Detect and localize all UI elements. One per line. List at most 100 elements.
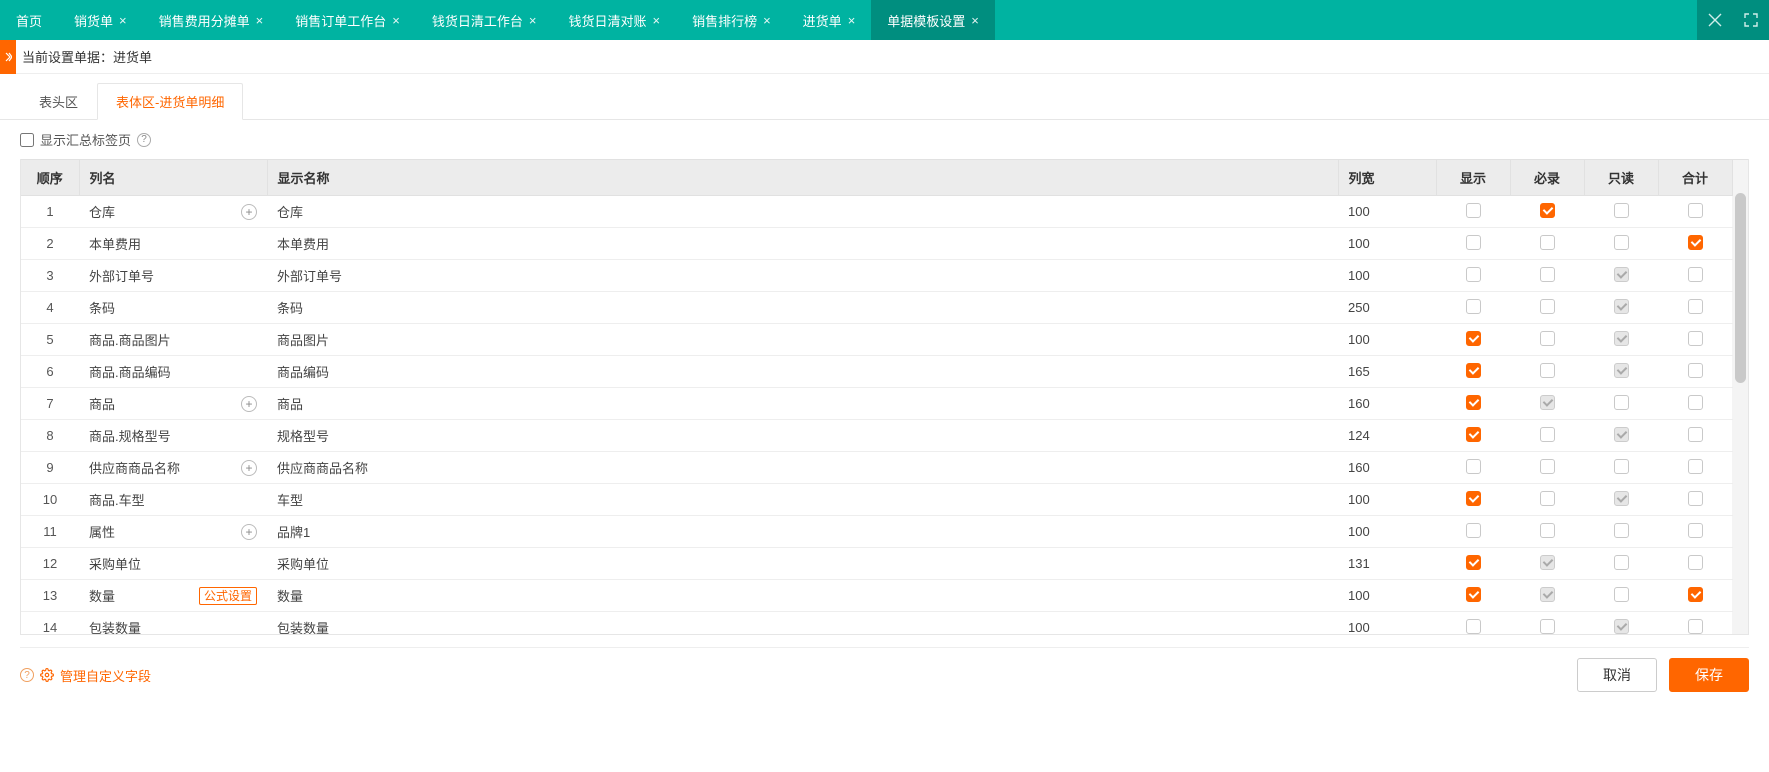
close-icon[interactable]: × (763, 13, 771, 28)
checkbox[interactable] (1540, 363, 1555, 378)
checkbox[interactable] (1466, 459, 1481, 474)
checkbox[interactable] (1614, 235, 1629, 250)
cell-width[interactable]: 100 (1338, 484, 1436, 516)
close-icon[interactable]: × (529, 13, 537, 28)
top-tab[interactable]: 销售订单工作台× (279, 0, 416, 40)
cell-display-name[interactable]: 包装数量 (267, 612, 1338, 636)
table-row[interactable]: 6商品.商品编码商品编码165 (21, 356, 1748, 388)
checkbox[interactable] (1688, 491, 1703, 506)
table-row[interactable]: 11属性+品牌1100 (21, 516, 1748, 548)
checkbox[interactable] (1614, 587, 1629, 602)
top-tab[interactable]: 钱货日清对账× (552, 0, 676, 40)
checkbox[interactable] (1688, 619, 1703, 634)
checkbox[interactable] (1614, 555, 1629, 570)
table-row[interactable]: 8商品.规格型号规格型号124 (21, 420, 1748, 452)
cell-display-name[interactable]: 条码 (267, 292, 1338, 324)
cell-display-name[interactable]: 商品图片 (267, 324, 1338, 356)
cell-display-name[interactable]: 数量 (267, 580, 1338, 612)
area-subtab[interactable]: 表体区-进货单明细 (97, 83, 243, 120)
checkbox[interactable] (1466, 363, 1481, 378)
checkbox[interactable] (1466, 299, 1481, 314)
checkbox[interactable] (1688, 331, 1703, 346)
cancel-button[interactable]: 取消 (1577, 658, 1657, 692)
cell-display-name[interactable]: 商品编码 (267, 356, 1338, 388)
checkbox[interactable] (1688, 427, 1703, 442)
close-icon[interactable]: × (848, 13, 856, 28)
checkbox[interactable] (1466, 491, 1481, 506)
checkbox[interactable] (1466, 619, 1481, 634)
add-icon[interactable]: + (241, 204, 257, 220)
top-tab[interactable]: 销售费用分摊单× (143, 0, 280, 40)
show-summary-tab-checkbox[interactable] (20, 133, 34, 147)
checkbox[interactable] (1466, 555, 1481, 570)
manage-custom-fields-link[interactable]: ? 管理自定义字段 (20, 666, 151, 685)
cell-display-name[interactable]: 外部订单号 (267, 260, 1338, 292)
cell-width[interactable]: 131 (1338, 548, 1436, 580)
table-row[interactable]: 14包装数量包装数量100 (21, 612, 1748, 636)
close-all-tabs-icon[interactable] (1697, 0, 1733, 40)
checkbox[interactable] (1540, 267, 1555, 282)
table-row[interactable]: 3外部订单号外部订单号100 (21, 260, 1748, 292)
cell-width[interactable]: 160 (1338, 388, 1436, 420)
top-tab[interactable]: 销货单× (58, 0, 143, 40)
checkbox[interactable] (1540, 491, 1555, 506)
close-icon[interactable]: × (392, 13, 400, 28)
top-tab[interactable]: 钱货日清工作台× (416, 0, 553, 40)
cell-display-name[interactable]: 仓库 (267, 196, 1338, 228)
checkbox[interactable] (1688, 395, 1703, 410)
table-row[interactable]: 2本单费用本单费用100 (21, 228, 1748, 260)
help-icon[interactable]: ? (20, 668, 34, 682)
add-icon[interactable]: + (241, 396, 257, 412)
checkbox[interactable] (1540, 203, 1555, 218)
cell-width[interactable]: 160 (1338, 452, 1436, 484)
checkbox[interactable] (1466, 395, 1481, 410)
checkbox[interactable] (1540, 299, 1555, 314)
table-row[interactable]: 12采购单位采购单位131 (21, 548, 1748, 580)
checkbox[interactable] (1466, 235, 1481, 250)
cell-width[interactable]: 124 (1338, 420, 1436, 452)
checkbox[interactable] (1466, 523, 1481, 538)
checkbox[interactable] (1614, 523, 1629, 538)
top-tab[interactable]: 首页 (0, 0, 58, 40)
cell-width[interactable]: 100 (1338, 516, 1436, 548)
checkbox[interactable] (1688, 235, 1703, 250)
checkbox[interactable] (1466, 331, 1481, 346)
checkbox[interactable] (1540, 235, 1555, 250)
checkbox[interactable] (1540, 331, 1555, 346)
cell-display-name[interactable]: 本单费用 (267, 228, 1338, 260)
table-row[interactable]: 9供应商商品名称+供应商商品名称160 (21, 452, 1748, 484)
cell-width[interactable]: 100 (1338, 612, 1436, 636)
cell-width[interactable]: 100 (1338, 228, 1436, 260)
cell-width[interactable]: 100 (1338, 324, 1436, 356)
table-row[interactable]: 1仓库+仓库100 (21, 196, 1748, 228)
top-tab[interactable]: 销售排行榜× (676, 0, 787, 40)
cell-width[interactable]: 250 (1338, 292, 1436, 324)
table-row[interactable]: 7商品+商品160 (21, 388, 1748, 420)
checkbox[interactable] (1688, 363, 1703, 378)
checkbox[interactable] (1540, 523, 1555, 538)
checkbox[interactable] (1466, 267, 1481, 282)
cell-display-name[interactable]: 车型 (267, 484, 1338, 516)
cell-display-name[interactable]: 商品 (267, 388, 1338, 420)
table-row[interactable]: 10商品.车型车型100 (21, 484, 1748, 516)
cell-width[interactable]: 100 (1338, 196, 1436, 228)
checkbox[interactable] (1688, 267, 1703, 282)
close-icon[interactable]: × (652, 13, 660, 28)
checkbox[interactable] (1688, 587, 1703, 602)
checkbox[interactable] (1540, 619, 1555, 634)
fullscreen-icon[interactable] (1733, 0, 1769, 40)
checkbox[interactable] (1688, 299, 1703, 314)
vertical-scrollbar-thumb[interactable] (1735, 193, 1746, 383)
close-icon[interactable]: × (119, 13, 127, 28)
checkbox[interactable] (1614, 459, 1629, 474)
table-row[interactable]: 4条码条码250 (21, 292, 1748, 324)
area-subtab[interactable]: 表头区 (20, 83, 97, 120)
cell-display-name[interactable]: 品牌1 (267, 516, 1338, 548)
formula-settings-button[interactable]: 公式设置 (199, 587, 257, 605)
save-button[interactable]: 保存 (1669, 658, 1749, 692)
add-icon[interactable]: + (241, 524, 257, 540)
checkbox[interactable] (1466, 203, 1481, 218)
checkbox[interactable] (1614, 203, 1629, 218)
checkbox[interactable] (1540, 427, 1555, 442)
checkbox[interactable] (1614, 395, 1629, 410)
